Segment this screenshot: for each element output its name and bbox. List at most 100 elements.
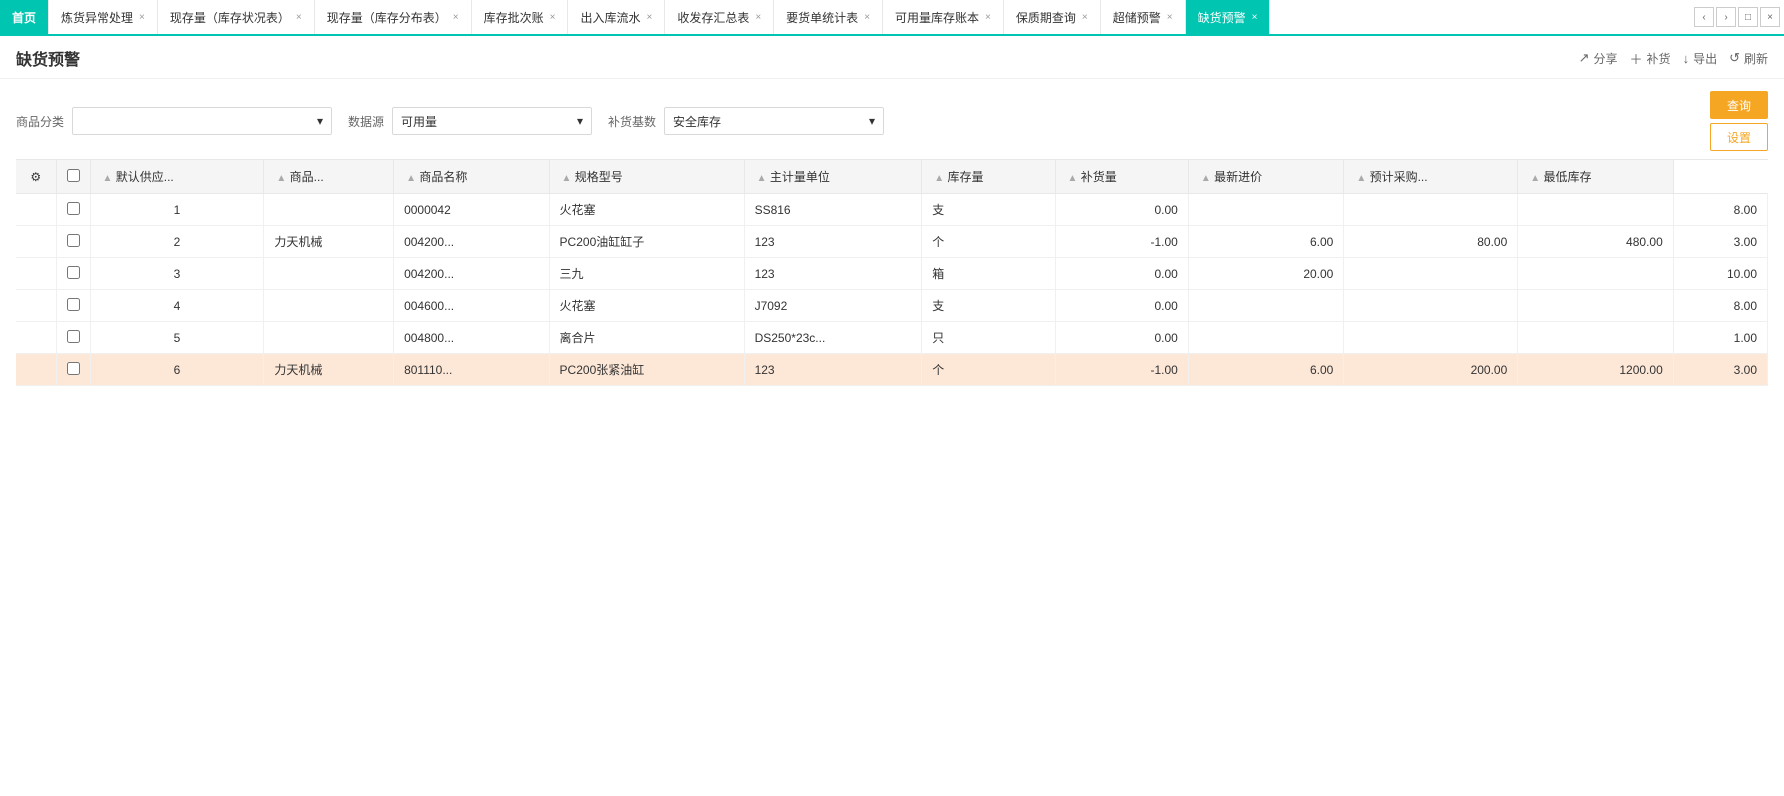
row-checkbox-cell[interactable] (56, 322, 90, 354)
tab-shortage-label: 缺货预警 (1198, 9, 1246, 26)
row-cell-latest_price (1344, 194, 1518, 226)
sort-icon: ▲ (406, 173, 416, 184)
tab-shortage-close[interactable]: × (1252, 12, 1258, 23)
category-select[interactable]: ▾ (72, 107, 332, 135)
row-cell-estimated_purchase (1518, 290, 1673, 322)
row-cell-spec: SS816 (744, 194, 922, 226)
col-header-replenish[interactable]: ▲ 补货量 (1055, 160, 1188, 194)
col-header-goods-name[interactable]: ▲ 商品名称 (394, 160, 549, 194)
row-cell-spec: 123 (744, 226, 922, 258)
header-actions: ↗ 分享 ＋ 补货 ↓ 导出 ↺ 刷新 (1579, 49, 1768, 68)
tab-close-all[interactable]: × (1760, 7, 1780, 27)
col-header-latest-price[interactable]: ▲ 最新进价 (1188, 160, 1343, 194)
share-icon: ↗ (1579, 50, 1590, 66)
row-cell-unit: 支 (922, 290, 1055, 322)
tab-summary[interactable]: 收发存汇总表 × (665, 0, 774, 34)
tab-summary-close[interactable]: × (755, 12, 761, 23)
replenish-button[interactable]: ＋ 补货 (1630, 49, 1671, 68)
row-cell-goods_code: 801110... (394, 354, 549, 386)
replenish-base-label: 补货基数 (608, 113, 656, 130)
col-header-goods-code[interactable]: ▲ 商品... (264, 160, 394, 194)
sort-icon: ▲ (934, 173, 944, 184)
row-checkbox[interactable] (67, 362, 80, 375)
tab-shortage[interactable]: 缺货预警 × (1186, 0, 1271, 34)
tab-inventory-dist[interactable]: 现存量（库存分布表） × (315, 0, 472, 34)
tab-inventory-dist-close[interactable]: × (453, 12, 459, 23)
tab-bar: 首页 炼货异常处理 × 现存量（库存状况表） × 现存量（库存分布表） × 库存… (0, 0, 1784, 36)
table-row: 3004200...三九123箱0.0020.0010.00 (16, 258, 1768, 290)
row-cell-default_supplier: 力天机械 (264, 354, 394, 386)
table-container: ⚙ ▲ 默认供应... ▲ 商品... ▲ 商品名称 (0, 159, 1784, 386)
row-checkbox[interactable] (67, 330, 80, 343)
refresh-button[interactable]: ↺ 刷新 (1729, 50, 1768, 67)
row-checkbox-cell[interactable] (56, 226, 90, 258)
row-cell-unit: 支 (922, 194, 1055, 226)
checkbox-col-header[interactable] (56, 160, 90, 194)
replenish-base-select[interactable]: 安全库存 ▾ (664, 107, 884, 135)
col-header-spec[interactable]: ▲ 规格型号 (549, 160, 744, 194)
page-container: 缺货预警 ↗ 分享 ＋ 补货 ↓ 导出 ↺ 刷新 商品分类 (0, 36, 1784, 796)
tab-refining-close[interactable]: × (139, 12, 145, 23)
col-header-unit[interactable]: ▲ 主计量单位 (744, 160, 922, 194)
category-filter-group: 商品分类 ▾ (16, 107, 332, 135)
row-cell-goods_name: 三九 (549, 258, 744, 290)
tab-expiry-close[interactable]: × (1082, 12, 1088, 23)
row-cell-goods_code: 004600... (394, 290, 549, 322)
settings-button[interactable]: 设置 (1710, 123, 1768, 151)
sort-icon: ▲ (562, 173, 572, 184)
tab-batch[interactable]: 库存批次账 × (472, 0, 569, 34)
select-all-checkbox[interactable] (67, 169, 80, 182)
row-cell-replenish_qty: 6.00 (1188, 226, 1343, 258)
row-cell-estimated_purchase (1518, 194, 1673, 226)
tab-home[interactable]: 首页 (0, 0, 49, 34)
tab-demand[interactable]: 要货单统计表 × (774, 0, 883, 34)
row-checkbox-cell[interactable] (56, 290, 90, 322)
row-checkbox-cell[interactable] (56, 194, 90, 226)
col-header-min-stock[interactable]: ▲ 最低库存 (1518, 160, 1673, 194)
tab-maximize[interactable]: □ (1738, 7, 1758, 27)
tab-overstock-label: 超储预警 (1113, 9, 1161, 26)
row-checkbox-cell[interactable] (56, 354, 90, 386)
tab-available[interactable]: 可用量库存账本 × (883, 0, 1004, 34)
share-button[interactable]: ↗ 分享 (1579, 50, 1618, 67)
row-checkbox[interactable] (67, 202, 80, 215)
export-button[interactable]: ↓ 导出 (1683, 50, 1718, 67)
row-cell-unit: 箱 (922, 258, 1055, 290)
row-checkbox[interactable] (67, 266, 80, 279)
tab-inventory-status-close[interactable]: × (296, 12, 302, 23)
tab-flow-close[interactable]: × (646, 12, 652, 23)
tab-available-close[interactable]: × (985, 12, 991, 23)
row-checkbox-cell[interactable] (56, 258, 90, 290)
query-button[interactable]: 查询 (1710, 91, 1768, 119)
col-header-stock[interactable]: ▲ 库存量 (922, 160, 1055, 194)
tab-nav-left[interactable]: ‹ (1694, 7, 1714, 27)
settings-col-header[interactable]: ⚙ (16, 160, 56, 194)
row-cell-spec: 123 (744, 258, 922, 290)
row-cell-stock: 0.00 (1055, 290, 1188, 322)
row-cell-goods_name: PC200张紧油缸 (549, 354, 744, 386)
datasource-select[interactable]: 可用量 ▾ (392, 107, 592, 135)
row-cell-unit: 只 (922, 322, 1055, 354)
tab-expiry[interactable]: 保质期查询 × (1004, 0, 1101, 34)
tab-batch-close[interactable]: × (550, 12, 556, 23)
tab-overstock-close[interactable]: × (1167, 12, 1173, 23)
tab-flow[interactable]: 出入库流水 × (568, 0, 665, 34)
tab-expiry-label: 保质期查询 (1016, 9, 1076, 26)
page-title: 缺货预警 (16, 46, 80, 70)
tab-overstock[interactable]: 超储预警 × (1101, 0, 1186, 34)
row-cell-goods_name: PC200油缸缸子 (549, 226, 744, 258)
tab-refining[interactable]: 炼货异常处理 × (49, 0, 158, 34)
row-number: 2 (90, 226, 264, 258)
refresh-icon: ↺ (1729, 50, 1740, 66)
filter-bar: 商品分类 ▾ 数据源 可用量 ▾ 补货基数 安全库存 ▾ 查询 设置 (0, 79, 1784, 159)
row-checkbox[interactable] (67, 298, 80, 311)
tab-demand-close[interactable]: × (864, 12, 870, 23)
row-cell-goods_code: 004800... (394, 322, 549, 354)
tab-nav-right[interactable]: › (1716, 7, 1736, 27)
col-header-estimated-purchase[interactable]: ▲ 预计采购... (1344, 160, 1518, 194)
col-header-supplier[interactable]: ▲ 默认供应... (90, 160, 264, 194)
tab-nav-buttons: ‹ › □ × (1690, 7, 1784, 27)
tab-inventory-status[interactable]: 现存量（库存状况表） × (158, 0, 315, 34)
row-cell-spec: DS250*23c... (744, 322, 922, 354)
row-checkbox[interactable] (67, 234, 80, 247)
